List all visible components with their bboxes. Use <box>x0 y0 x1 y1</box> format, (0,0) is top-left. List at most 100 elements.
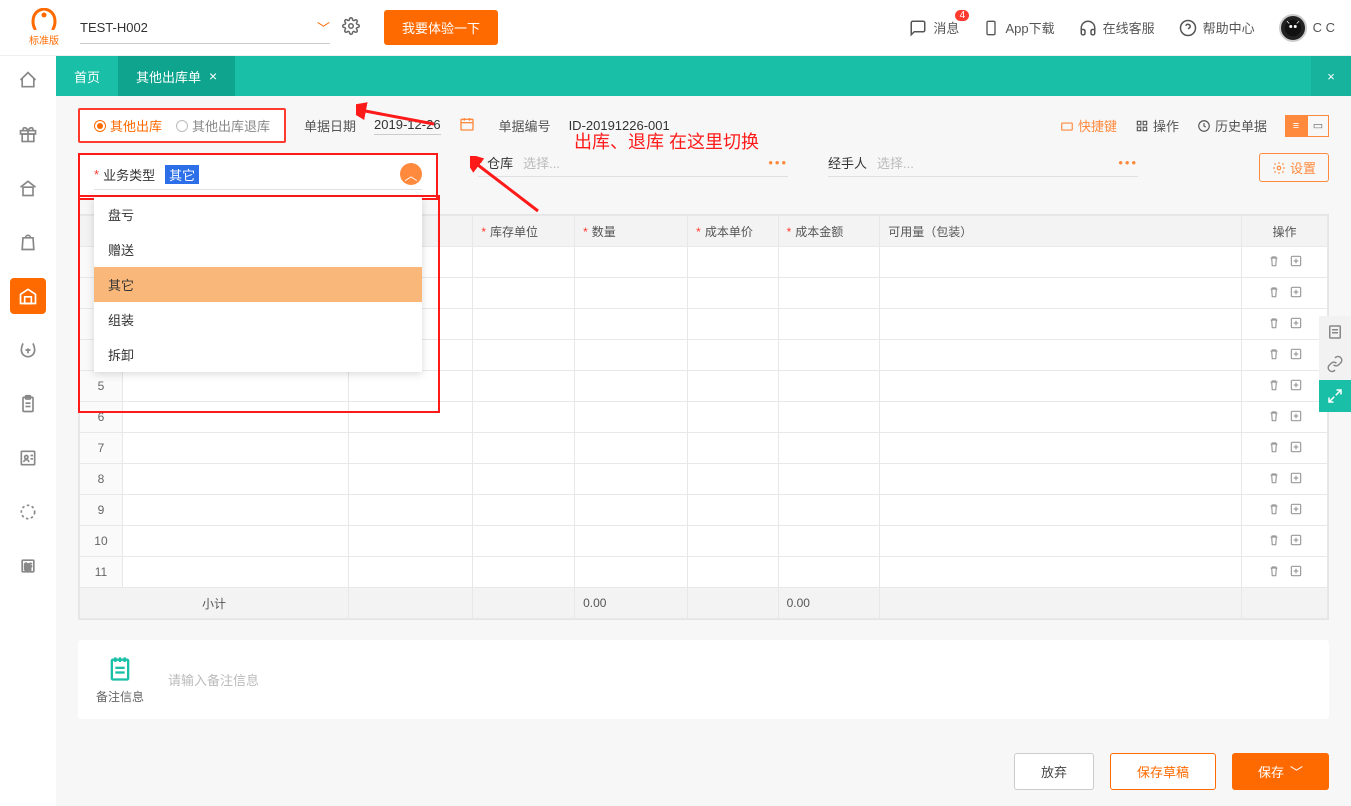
more-icon[interactable]: ••• <box>768 155 788 170</box>
biz-option[interactable]: 其它 <box>94 267 422 302</box>
handler-field[interactable]: 经手人 选择... ••• <box>828 153 1138 177</box>
experience-button[interactable]: 我要体验一下 <box>384 10 498 45</box>
history-link[interactable]: 历史单据 <box>1197 116 1267 135</box>
tab-other-outbound[interactable]: 其他出库单 × <box>118 56 235 96</box>
app-download-link[interactable]: App下载 <box>983 18 1054 37</box>
biz-option[interactable]: 盘亏 <box>94 197 422 232</box>
org-select[interactable]: TEST-H002 ﹀ <box>80 12 330 44</box>
tab-home[interactable]: 首页 <box>56 56 118 96</box>
add-row-icon[interactable] <box>1289 443 1303 457</box>
nav-warehouse-icon[interactable] <box>10 278 46 314</box>
view-list-icon[interactable]: ≡ <box>1285 115 1307 137</box>
col-amt: *成本金额 <box>778 216 880 247</box>
delete-icon[interactable] <box>1267 443 1281 457</box>
table-row[interactable]: 8 <box>80 464 1328 495</box>
messages-link[interactable]: 消息 4 <box>909 18 959 37</box>
delete-icon[interactable] <box>1267 567 1281 581</box>
biz-type-field[interactable]: * 业务类型 其它 ︿ <box>94 163 422 190</box>
calendar-icon[interactable] <box>459 116 475 135</box>
row-index: 10 <box>80 526 123 557</box>
keyboard-icon <box>1060 119 1074 133</box>
online-cs-label: 在线客服 <box>1103 18 1155 37</box>
add-row-icon[interactable] <box>1289 474 1303 488</box>
delete-icon[interactable] <box>1267 288 1281 302</box>
tab-current-label: 其他出库单 <box>136 67 201 86</box>
settings-button[interactable]: 设置 <box>1259 153 1329 182</box>
biz-option[interactable]: 拆卸 <box>94 337 422 372</box>
table-row[interactable]: 10 <box>80 526 1328 557</box>
table-row[interactable]: 7 <box>80 433 1328 464</box>
col-qty: *数量 <box>575 216 688 247</box>
messages-badge: 4 <box>955 10 969 21</box>
delete-icon[interactable] <box>1267 536 1281 550</box>
row-index: 8 <box>80 464 123 495</box>
nav-gift-icon[interactable] <box>10 116 46 152</box>
col-label: 可用量（包装） <box>888 225 972 239</box>
remark-placeholder: 请输入备注信息 <box>168 673 259 688</box>
delete-icon[interactable] <box>1267 319 1281 333</box>
radio-label: 其他出库 <box>110 116 162 135</box>
nav-plugin-icon[interactable] <box>10 494 46 530</box>
row-ops <box>1242 402 1328 433</box>
biz-type-dropdown: 盘亏 赠送 其它 组装 拆卸 <box>94 197 422 372</box>
remark-label: 备注信息 <box>96 688 144 705</box>
org-settings-gear-icon[interactable] <box>342 17 360 38</box>
nav-employee-icon[interactable] <box>10 440 46 476</box>
nav-clipboard-icon[interactable] <box>10 386 46 422</box>
table-row[interactable]: 6 <box>80 402 1328 433</box>
add-row-icon[interactable] <box>1289 381 1303 395</box>
add-row-icon[interactable] <box>1289 536 1303 550</box>
biz-option[interactable]: 组装 <box>94 302 422 337</box>
delete-icon[interactable] <box>1267 412 1281 426</box>
row-ops <box>1242 247 1328 278</box>
delete-icon[interactable] <box>1267 350 1281 364</box>
delete-icon[interactable] <box>1267 381 1281 395</box>
online-cs-link[interactable]: 在线客服 <box>1079 18 1155 37</box>
tab-close-icon[interactable]: × <box>209 68 217 84</box>
add-row-icon[interactable] <box>1289 505 1303 519</box>
org-name: TEST-H002 <box>80 20 148 35</box>
nav-store-icon[interactable] <box>10 170 46 206</box>
table-row[interactable]: 11 <box>80 557 1328 588</box>
user-menu[interactable]: C C <box>1279 14 1335 42</box>
delete-icon[interactable] <box>1267 505 1281 519</box>
add-row-icon[interactable] <box>1289 412 1303 426</box>
add-row-icon[interactable] <box>1289 288 1303 302</box>
float-note-icon[interactable] <box>1319 316 1351 348</box>
radio-other-outbound-return[interactable]: 其他出库退库 <box>176 116 270 135</box>
view-card-icon[interactable]: ▭ <box>1307 115 1329 137</box>
float-link-icon[interactable] <box>1319 348 1351 380</box>
shortcut-link[interactable]: 快捷键 <box>1060 116 1117 135</box>
row-ops <box>1242 526 1328 557</box>
biz-option[interactable]: 赠送 <box>94 232 422 267</box>
nav-bag-icon[interactable] <box>10 224 46 260</box>
float-expand-icon[interactable] <box>1319 380 1351 412</box>
add-row-icon[interactable] <box>1289 567 1303 581</box>
warehouse-label: 仓库 <box>487 153 513 172</box>
warehouse-field[interactable]: * 仓库 选择... ••• <box>478 153 788 177</box>
help-link[interactable]: 帮助中心 <box>1179 18 1255 37</box>
warehouse-placeholder: 选择... <box>523 153 560 172</box>
operate-link[interactable]: 操作 <box>1135 116 1179 135</box>
chevron-up-icon[interactable]: ︿ <box>400 163 422 185</box>
col-label: 库存单位 <box>490 225 538 239</box>
add-row-icon[interactable] <box>1289 350 1303 364</box>
radio-other-outbound[interactable]: 其他出库 <box>94 116 162 135</box>
main: 首页 其他出库单 × × 其他出库 其他出库退库 单据日期 2019-12-26… <box>56 56 1351 806</box>
nav-home-icon[interactable] <box>10 62 46 98</box>
table-row[interactable]: 5 <box>80 371 1328 402</box>
more-icon[interactable]: ••• <box>1118 155 1138 170</box>
biz-type-value: 其它 <box>165 165 199 184</box>
doc-date-value[interactable]: 2019-12-26 <box>374 117 441 135</box>
tabs-close-all[interactable]: × <box>1311 56 1351 96</box>
add-row-icon[interactable] <box>1289 319 1303 333</box>
delete-icon[interactable] <box>1267 257 1281 271</box>
form-header-right: 快捷键 操作 历史单据 ≡ ▭ <box>1060 115 1329 137</box>
table-row[interactable]: 9 <box>80 495 1328 526</box>
nav-new-icon[interactable]: 新 <box>10 548 46 584</box>
add-row-icon[interactable] <box>1289 257 1303 271</box>
nav-money-icon[interactable] <box>10 332 46 368</box>
col-unit: *库存单位 <box>473 216 575 247</box>
remark-input[interactable]: 请输入备注信息 <box>164 664 1311 695</box>
delete-icon[interactable] <box>1267 474 1281 488</box>
